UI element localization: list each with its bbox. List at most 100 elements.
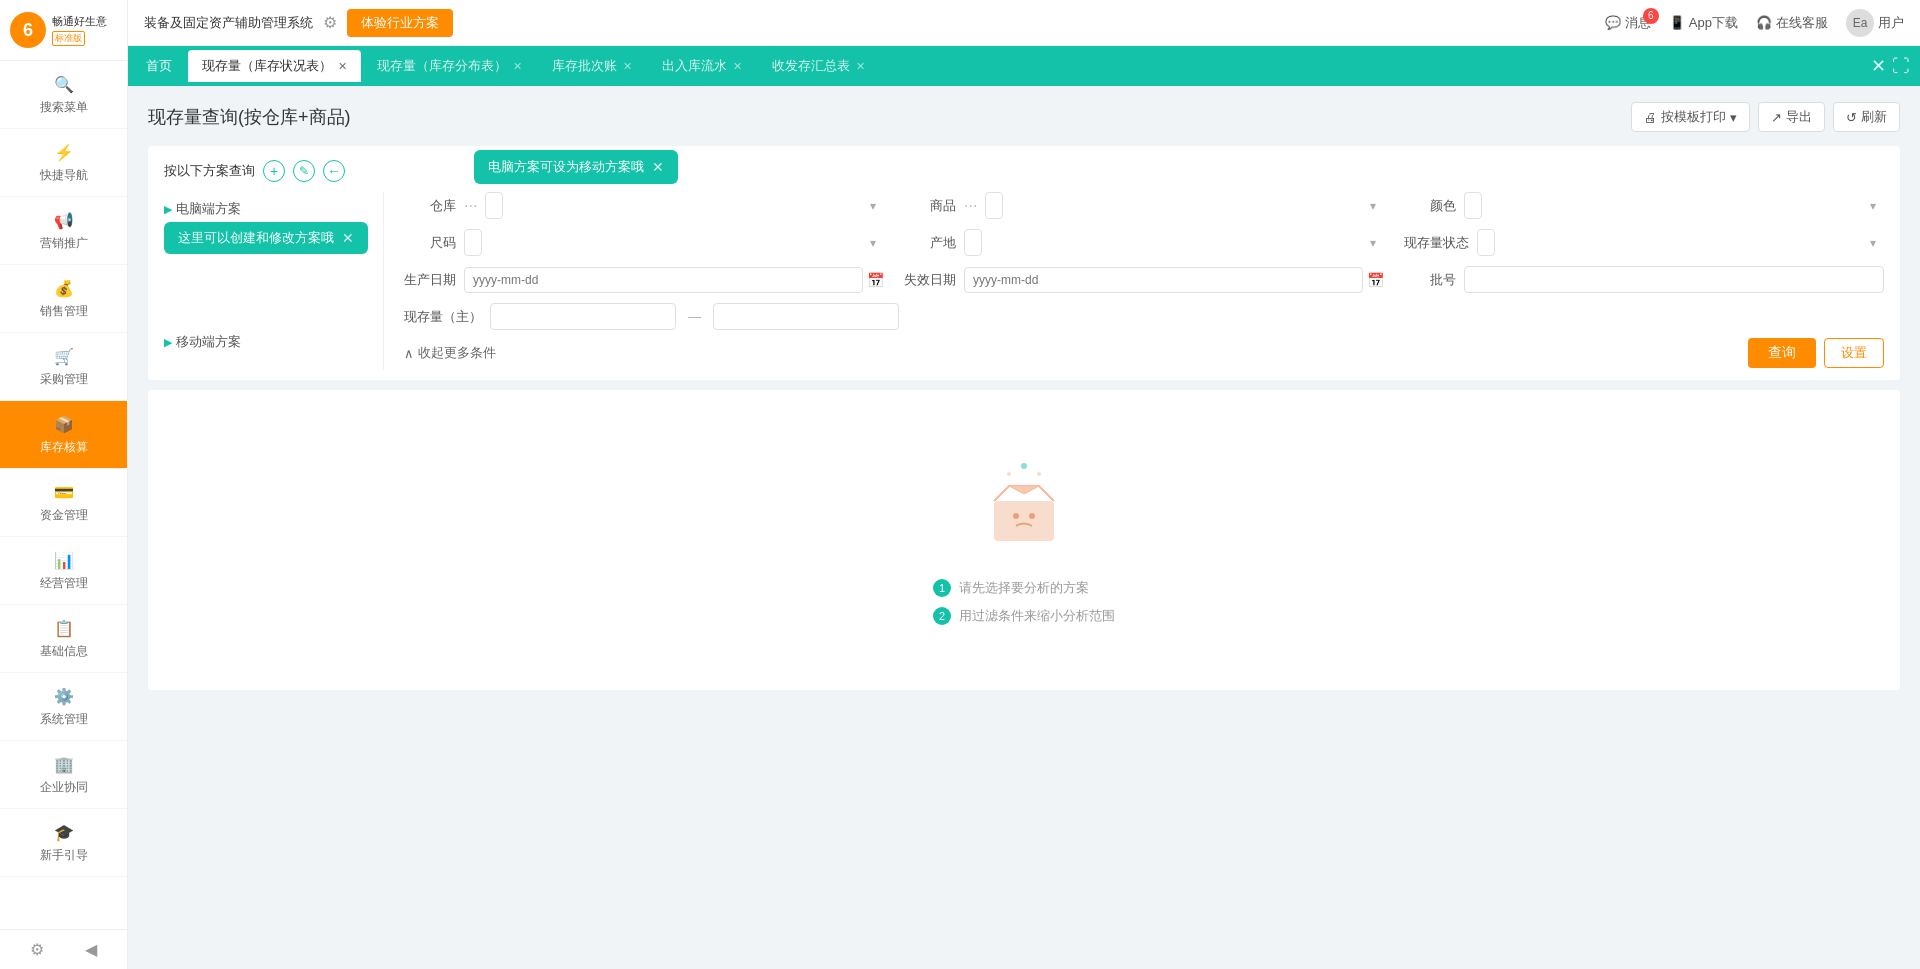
export-button[interactable]: ↗ 导出 [1758, 102, 1825, 132]
color-wrapper [1464, 192, 1884, 219]
print-button[interactable]: 🖨 按模板打印 ▾ [1631, 102, 1750, 132]
svg-point-3 [1021, 463, 1027, 469]
tooltip-scheme-close[interactable]: ✕ [652, 159, 664, 175]
online-service-item[interactable]: 🎧 在线客服 [1756, 14, 1828, 32]
sidebar-bottom: ⚙ ◀ [0, 929, 127, 969]
scheme-mobile-label: 移动端方案 [176, 333, 241, 351]
sidebar-item-search[interactable]: 🔍 搜索菜单 [0, 61, 127, 129]
tab-maximize-icon[interactable]: ⛶ [1892, 56, 1910, 77]
filter-field-batch: 批号 [1404, 266, 1884, 293]
filter-label: 按以下方案查询 [164, 162, 255, 180]
app-download-item[interactable]: 📱 App下载 [1669, 14, 1738, 32]
marketing-icon: 📢 [53, 209, 75, 231]
sidebar-item-management[interactable]: 📊 经营管理 [0, 537, 127, 605]
size-label: 尺码 [404, 234, 456, 252]
tooltip-scheme-text: 电脑方案可设为移动方案哦 [488, 158, 644, 176]
empty-svg [974, 456, 1074, 556]
collapse-btn[interactable]: ∧ 收起更多条件 [404, 336, 496, 370]
batch-input[interactable] [1464, 266, 1884, 293]
goods-dots[interactable]: ··· [964, 197, 977, 215]
print-label: 按模板打印 [1661, 108, 1726, 126]
sales-icon: 💰 [53, 277, 75, 299]
filter-field-stock-main: 现存量（主） — [404, 303, 899, 330]
tab-inout[interactable]: 出入库流水 ✕ [648, 50, 756, 82]
refresh-button[interactable]: ↺ 刷新 [1833, 102, 1900, 132]
inventory-icon: 📦 [53, 413, 75, 435]
print-dropdown-icon: ▾ [1730, 110, 1737, 125]
message-item[interactable]: 💬 消息 6 [1605, 14, 1651, 32]
page-title-text: 现存量查询(按仓库+商品) [148, 105, 351, 129]
settings-bottom-icon[interactable]: ⚙ [30, 940, 44, 959]
produce-date-start[interactable] [464, 267, 863, 293]
tab-stock-status[interactable]: 现存量（库存状况表） ✕ [188, 50, 361, 82]
enterprise-icon: 🏢 [53, 753, 75, 775]
warehouse-select[interactable] [485, 192, 503, 219]
stock-main-from[interactable] [490, 303, 676, 330]
query-button[interactable]: 查询 [1748, 338, 1816, 368]
goods-select[interactable] [985, 192, 1003, 219]
tab-summary-close[interactable]: ✕ [856, 60, 865, 73]
sidebar-item-finance[interactable]: 💳 资金管理 [0, 469, 127, 537]
tab-summary[interactable]: 收发存汇总表 ✕ [758, 50, 879, 82]
filter-row4: 现存量（主） — [404, 303, 1884, 330]
filter-panel: 按以下方案查询 + ✎ ← 电脑方案可设为移动方案哦 ✕ [148, 146, 1900, 380]
tab-batch-close[interactable]: ✕ [623, 60, 632, 73]
expire-date-start[interactable] [964, 267, 1363, 293]
collapse-icon: ∧ [404, 346, 414, 361]
user-item[interactable]: Ea 用户 [1846, 9, 1904, 37]
tab-home[interactable]: 首页 [132, 50, 186, 82]
stock-main-to[interactable] [713, 303, 899, 330]
scheme-desktop[interactable]: ▶ 电脑端方案 [164, 196, 369, 222]
expire-date-icon[interactable]: 📅 [1367, 272, 1384, 288]
sidebar-nav: 🔍 搜索菜单 ⚡ 快捷导航 📢 营销推广 💰 销售管理 🛒 采购管理 📦 库存核… [0, 61, 127, 929]
sidebar-item-management-label: 经营管理 [40, 575, 88, 592]
basic-icon: 📋 [53, 617, 75, 639]
header-setting-icon[interactable]: ⚙ [323, 13, 337, 32]
tab-batch[interactable]: 库存批次账 ✕ [538, 50, 646, 82]
finance-icon: 💳 [53, 481, 75, 503]
sidebar-item-sales-label: 销售管理 [40, 303, 88, 320]
scheme-mobile[interactable]: ▶ 移动端方案 [164, 329, 369, 355]
tab-stock-status-close[interactable]: ✕ [338, 60, 347, 73]
scheme-desktop-arrow: ▶ [164, 203, 172, 216]
sidebar: 6 畅通好生意 标准版 🔍 搜索菜单 ⚡ 快捷导航 📢 营销推广 💰 销售管理 … [0, 0, 128, 969]
tooltip-edit-close[interactable]: ✕ [342, 230, 354, 246]
add-scheme-btn[interactable]: + [263, 160, 285, 182]
empty-step2: 2 用过滤条件来缩小分析范围 [933, 607, 1115, 625]
size-select[interactable] [464, 229, 482, 256]
edit-scheme-btn[interactable]: ✎ [293, 160, 315, 182]
color-label: 颜色 [1404, 197, 1456, 215]
sidebar-item-purchase[interactable]: 🛒 采购管理 [0, 333, 127, 401]
sidebar-item-guide-label: 新手引导 [40, 847, 88, 864]
origin-select[interactable] [964, 229, 982, 256]
stock-status-select[interactable] [1477, 229, 1495, 256]
step1-num: 1 [933, 579, 951, 597]
logo-text: 畅通好生意 标准版 [52, 14, 107, 46]
tab-inout-close[interactable]: ✕ [733, 60, 742, 73]
industry-plan-button[interactable]: 体验行业方案 [347, 9, 453, 37]
sidebar-item-finance-label: 资金管理 [40, 507, 88, 524]
sidebar-item-quicknav[interactable]: ⚡ 快捷导航 [0, 129, 127, 197]
svg-point-5 [1007, 472, 1011, 476]
sidebar-item-inventory[interactable]: 📦 库存核算 [0, 401, 127, 469]
sidebar-item-sales[interactable]: 💰 销售管理 [0, 265, 127, 333]
tab-stock-distribution-close[interactable]: ✕ [513, 60, 522, 73]
tab-stock-distribution[interactable]: 现存量（库存分布表） ✕ [363, 50, 536, 82]
reset-button[interactable]: 设置 [1824, 338, 1884, 368]
produce-date-icon[interactable]: 📅 [867, 272, 884, 288]
tooltip-scheme: 电脑方案可设为移动方案哦 ✕ [474, 150, 678, 184]
online-service-icon: 🎧 [1756, 15, 1772, 30]
arrow-scheme-btn[interactable]: ← [323, 160, 345, 182]
color-select[interactable] [1464, 192, 1482, 219]
sidebar-item-marketing[interactable]: 📢 营销推广 [0, 197, 127, 265]
goods-label: 商品 [904, 197, 956, 215]
sidebar-item-system[interactable]: ⚙️ 系统管理 [0, 673, 127, 741]
page-title-row: 现存量查询(按仓库+商品) 🖨 按模板打印 ▾ ↗ 导出 ↺ 刷新 [148, 102, 1900, 132]
sidebar-item-basic[interactable]: 📋 基础信息 [0, 605, 127, 673]
collapse-sidebar-icon[interactable]: ◀ [85, 940, 97, 959]
tab-close-all-icon[interactable]: ✕ [1871, 55, 1886, 77]
sidebar-item-enterprise[interactable]: 🏢 企业协同 [0, 741, 127, 809]
sidebar-item-guide[interactable]: 🎓 新手引导 [0, 809, 127, 877]
sidebar-item-basic-label: 基础信息 [40, 643, 88, 660]
warehouse-dots[interactable]: ··· [464, 197, 477, 215]
